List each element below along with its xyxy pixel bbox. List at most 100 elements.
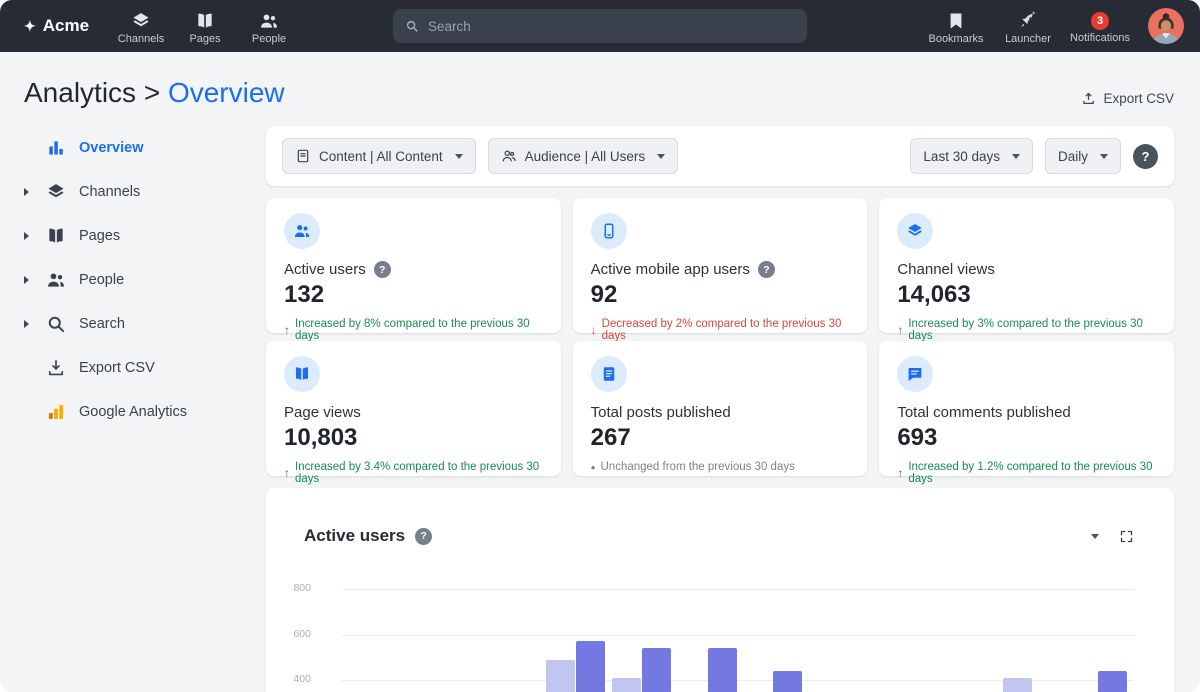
expand-chart-button[interactable]: [1119, 529, 1134, 544]
navbar-notifications-button[interactable]: 3Notifications: [1064, 9, 1136, 44]
chevron-right-icon: [24, 320, 46, 328]
trend-up-icon: ↑: [897, 466, 903, 480]
y-axis-tick-label: 800: [281, 582, 311, 594]
trend-down-icon: ↓: [591, 323, 597, 337]
navbar-search[interactable]: [393, 9, 807, 43]
chart-title: Active users: [304, 526, 405, 546]
sidebar-item-people[interactable]: People: [24, 258, 266, 302]
stat-card-total-posts-published: Total posts published 267 ●Unchanged from …: [573, 341, 868, 476]
navbar-tab-label: Channels: [118, 33, 164, 45]
layers-icon: [131, 11, 151, 31]
stat-cards-grid: Active users?132↑Increased by 8% compare…: [266, 198, 1174, 476]
stat-icon-circle: [897, 356, 933, 392]
breadcrumb-current[interactable]: Overview: [168, 77, 285, 108]
chart-type-dropdown[interactable]: [1067, 529, 1099, 544]
bookmark-icon: [946, 11, 966, 31]
brand-logo[interactable]: ✦ Acme: [24, 16, 89, 36]
trend-up-icon: ↑: [284, 323, 290, 337]
chart-bar[interactable]: [1098, 671, 1127, 692]
search-input[interactable]: [428, 19, 795, 34]
granularity-dropdown[interactable]: Daily: [1045, 138, 1121, 174]
stat-delta-text: Increased by 8% compared to the previous…: [295, 318, 543, 342]
bar-chart-icon: [1067, 529, 1082, 544]
stat-value: 10,803: [284, 424, 543, 452]
chevron-right-icon: [24, 188, 46, 196]
chart-bar[interactable]: [708, 648, 737, 692]
export-csv-button[interactable]: Export CSV: [1081, 91, 1174, 110]
y-axis-tick-label: 400: [281, 673, 311, 685]
navbar-tab-pages[interactable]: Pages: [173, 8, 237, 45]
stat-card-channel-views: Channel views14,063↑Increased by 3% comp…: [879, 198, 1174, 333]
help-icon[interactable]: ?: [758, 261, 775, 278]
stat-delta: ↑ Increased by 8% compared to the previou…: [284, 318, 543, 342]
trend-flat-icon: ●: [591, 463, 596, 472]
sidebar-item-overview[interactable]: Overview: [24, 126, 266, 170]
sidebar-item-search[interactable]: Search: [24, 302, 266, 346]
layers-icon: [46, 182, 66, 202]
chart-bar[interactable]: [546, 660, 575, 692]
chart-bar[interactable]: [612, 678, 641, 692]
content-filter-dropdown[interactable]: Content | All Content: [282, 138, 476, 174]
chart-bar[interactable]: [576, 641, 605, 692]
stat-value: 92: [591, 281, 850, 309]
sidebar-item-export-csv[interactable]: Export CSV: [24, 346, 266, 390]
book-icon: [46, 226, 66, 246]
chart-actions: [1067, 529, 1134, 544]
audience-filter-dropdown[interactable]: Audience | All Users: [488, 138, 679, 174]
stat-delta: ↑Increased by 3% compared to the previou…: [897, 318, 1156, 342]
stat-title-row: Page views: [284, 404, 543, 421]
help-icon[interactable]: ?: [1133, 144, 1158, 169]
export-icon: [1081, 91, 1096, 106]
page-title: Analytics > Overview: [24, 76, 285, 110]
rocket-icon: [1018, 11, 1038, 31]
user-avatar[interactable]: [1148, 8, 1184, 44]
navbar-right: Bookmarks Launcher3Notifications: [920, 8, 1136, 45]
stat-title-row: Channel views: [897, 261, 1156, 278]
stat-value: 693: [897, 424, 1156, 452]
comment-icon: [906, 365, 924, 383]
stat-title: Active mobile app users: [591, 261, 750, 278]
filter-right-group: Last 30 days Daily ?: [910, 138, 1158, 174]
navbar-tab-channels[interactable]: Channels: [109, 8, 173, 45]
stat-icon-circle: [591, 356, 627, 392]
navbar-bookmarks-button[interactable]: Bookmarks: [920, 8, 992, 45]
stat-card-total-comments-published: Total comments published693↑Increased by…: [879, 341, 1174, 476]
audience-filter-label: Audience | All Users: [525, 149, 646, 164]
expand-icon: [1119, 529, 1134, 544]
sidebar-item-channels[interactable]: Channels: [24, 170, 266, 214]
sidebar: Overview Channels PagesPeopleSearch Export …: [0, 126, 266, 692]
people-icon: [293, 222, 311, 240]
content-filter-label: Content | All Content: [319, 149, 443, 164]
date-range-label: Last 30 days: [923, 149, 1000, 164]
chart-bar[interactable]: [1003, 678, 1032, 692]
chart-bar[interactable]: [773, 671, 802, 692]
sidebar-item-pages[interactable]: Pages: [24, 214, 266, 258]
brand-label: Acme: [43, 16, 89, 36]
active-users-chart-card: Active users ? 800600400: [266, 488, 1174, 692]
stat-value: 267: [591, 424, 850, 452]
top-navbar: ✦ Acme Channels PagesPeople Bookmarks Laun…: [0, 0, 1200, 52]
sidebar-item-label: Channels: [79, 184, 140, 200]
stat-delta: ●Unchanged from the previous 30 days: [591, 461, 850, 473]
people-icon: [259, 11, 279, 31]
stat-title: Page views: [284, 404, 361, 421]
trend-up-icon: ↑: [897, 323, 903, 337]
book-icon: [293, 365, 311, 383]
stat-title: Total posts published: [591, 404, 731, 421]
content-icon: [295, 148, 311, 164]
stat-card-active-users: Active users?132↑Increased by 8% compare…: [266, 198, 561, 333]
stat-title: Channel views: [897, 261, 995, 278]
stat-delta: ↑Increased by 1.2% compared to the previ…: [897, 461, 1156, 485]
chart-bar[interactable]: [642, 648, 671, 692]
page-header: Analytics > Overview Export CSV: [0, 52, 1200, 110]
search-icon: [405, 19, 419, 33]
download-icon: [46, 358, 66, 378]
sidebar-item-google-analytics[interactable]: Google Analytics: [24, 390, 266, 434]
navbar-launcher-button[interactable]: Launcher: [992, 8, 1064, 45]
sidebar-item-label: Export CSV: [79, 360, 155, 376]
navbar-item-label: Bookmarks: [928, 33, 983, 45]
date-range-dropdown[interactable]: Last 30 days: [910, 138, 1033, 174]
help-icon[interactable]: ?: [415, 528, 432, 545]
help-icon[interactable]: ?: [374, 261, 391, 278]
navbar-tab-people[interactable]: People: [237, 8, 301, 45]
